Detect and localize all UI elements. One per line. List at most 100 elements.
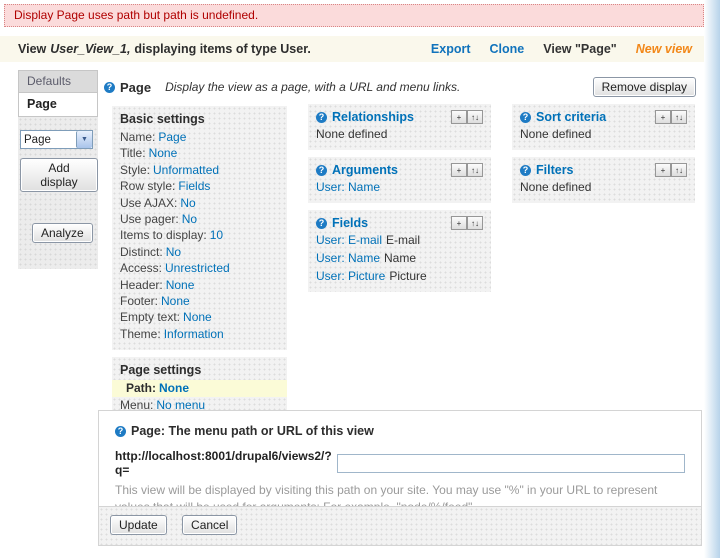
add-icon[interactable]: + (655, 110, 671, 124)
filters-title-link[interactable]: Filters (536, 163, 574, 177)
path-url-prefix: http://localhost:8001/drupal6/views2/?q= (115, 449, 332, 477)
setting-value-link[interactable]: None (149, 146, 178, 160)
setting-row: Items to display: 10 (120, 227, 279, 243)
form-actions-bar: Update Cancel (98, 506, 702, 546)
help-icon[interactable]: ? (115, 425, 126, 437)
relationships-title-link[interactable]: Relationships (332, 110, 414, 124)
setting-value-link[interactable]: Page (158, 130, 186, 144)
relationships-section: ? Relationships + ↑↓ None defined (308, 104, 491, 150)
path-value-link[interactable]: None (159, 381, 189, 395)
rearrange-icon[interactable]: ↑↓ (671, 163, 687, 177)
relationships-controls: + ↑↓ (451, 110, 483, 124)
setting-value-link[interactable]: Unrestricted (165, 261, 230, 275)
path-settings-form: ? Page: The menu path or URL of this vie… (98, 410, 702, 514)
argument-item: User: Name (316, 179, 483, 195)
rearrange-icon[interactable]: ↑↓ (467, 163, 483, 177)
sort-criteria-title-link[interactable]: Sort criteria (536, 110, 606, 124)
right-column: ? Sort criteria + ↑↓ None defined ? Filt… (512, 104, 695, 210)
setting-label: Row style: (120, 179, 176, 194)
setting-label: Empty text: (120, 310, 181, 325)
basic-settings-box: Basic settings Name: Page Title: None Styl… (112, 106, 287, 351)
field-link[interactable]: User: Name (316, 251, 380, 265)
setting-value-link[interactable]: No (180, 196, 195, 210)
setting-value-link[interactable]: Unformatted (153, 163, 219, 177)
fields-controls: + ↑↓ (451, 216, 483, 230)
arguments-title-link[interactable]: Arguments (332, 163, 398, 177)
rearrange-icon[interactable]: ↑↓ (671, 110, 687, 124)
setting-label: Use AJAX: (120, 195, 178, 210)
rearrange-icon[interactable]: ↑↓ (467, 110, 483, 124)
sidebar-tab-page[interactable]: Page (18, 93, 98, 117)
setting-row: Empty text: None (120, 309, 279, 325)
setting-value-link[interactable]: None (161, 294, 190, 308)
setting-label: Name: (120, 130, 156, 144)
help-icon[interactable]: ? (316, 164, 327, 176)
setting-row: Name: Page (120, 129, 279, 145)
fields-title-link[interactable]: Fields (332, 216, 368, 230)
filters-controls: + ↑↓ (655, 163, 687, 177)
page-edge-gradient (704, 0, 720, 558)
setting-value-link[interactable]: No (166, 245, 181, 259)
filters-section: ? Filters + ↑↓ None defined (512, 157, 695, 203)
help-icon[interactable]: ? (316, 111, 327, 123)
sort-criteria-empty-text: None defined (520, 127, 592, 141)
display-type-select[interactable]: Page ▼ (20, 130, 93, 149)
display-type-select-value: Page (24, 133, 51, 146)
export-link[interactable]: Export (431, 42, 471, 56)
view-header-bar: View User_View_1, displaying items of ty… (0, 36, 704, 62)
sort-criteria-header: ? Sort criteria + ↑↓ (520, 110, 687, 124)
cancel-button[interactable]: Cancel (182, 515, 238, 535)
path-input[interactable] (337, 453, 685, 473)
argument-link[interactable]: User: Name (316, 180, 380, 194)
setting-label: Style: (120, 162, 151, 177)
sidebar-tab-defaults[interactable]: Defaults (18, 70, 98, 93)
rearrange-icon[interactable]: ↑↓ (467, 216, 483, 230)
field-link[interactable]: User: E-mail (316, 233, 382, 247)
new-view-link[interactable]: New view (636, 42, 692, 56)
update-button[interactable]: Update (110, 515, 167, 535)
setting-value-link[interactable]: No (182, 212, 197, 226)
display-sidebar: Defaults Page Page ▼ Add display Analyze (18, 70, 98, 269)
add-icon[interactable]: + (451, 163, 467, 177)
remove-display-button[interactable]: Remove display (592, 77, 696, 97)
setting-label: Footer: (120, 294, 159, 309)
view-header-prefix: View (18, 42, 47, 56)
arguments-controls: + ↑↓ (451, 163, 483, 177)
setting-value-link[interactable]: 10 (210, 228, 223, 242)
setting-value-link[interactable]: None (183, 310, 212, 324)
view-page-link[interactable]: View "Page" (543, 42, 616, 56)
setting-value-link[interactable]: None (166, 278, 195, 292)
basic-settings-title: Basic settings (120, 112, 205, 126)
setting-row: Footer: None (120, 293, 279, 309)
setting-row: Use AJAX: No (120, 195, 279, 211)
setting-label: Use pager: (120, 212, 179, 227)
help-icon[interactable]: ? (316, 217, 327, 229)
path-url-row: http://localhost:8001/drupal6/views2/?q= (115, 449, 685, 477)
setting-row: Use pager: No (120, 211, 279, 227)
setting-value-link[interactable]: Fields (178, 179, 210, 193)
setting-value-link[interactable]: Information (164, 327, 224, 341)
analyze-button[interactable]: Analyze (32, 223, 93, 243)
clone-link[interactable]: Clone (490, 42, 525, 56)
arguments-section: ? Arguments + ↑↓ User: Name (308, 157, 491, 203)
field-item: User: E-mail E-mail (316, 232, 483, 248)
path-form-header: ? Page: The menu path or URL of this vie… (115, 424, 685, 438)
fields-header: ? Fields + ↑↓ (316, 216, 483, 230)
help-icon[interactable]: ? (520, 164, 531, 176)
add-icon[interactable]: + (655, 163, 671, 177)
display-header: ? Page Display the view as a page, with … (104, 76, 702, 98)
tab-page-label: Page (27, 97, 57, 111)
sort-criteria-controls: + ↑↓ (655, 110, 687, 124)
field-item: User: Name Name (316, 250, 483, 266)
add-display-button[interactable]: Add display (20, 158, 98, 192)
add-icon[interactable]: + (451, 110, 467, 124)
sort-criteria-section: ? Sort criteria + ↑↓ None defined (512, 104, 695, 150)
field-link[interactable]: User: Picture (316, 269, 385, 283)
sidebar-body: Page ▼ Add display Analyze (18, 117, 98, 269)
field-item: User: Picture Picture (316, 268, 483, 284)
filters-empty-text: None defined (520, 180, 592, 194)
add-icon[interactable]: + (451, 216, 467, 230)
help-icon[interactable]: ? (520, 111, 531, 123)
setting-label: Header: (120, 277, 163, 292)
help-icon[interactable]: ? (104, 81, 115, 93)
